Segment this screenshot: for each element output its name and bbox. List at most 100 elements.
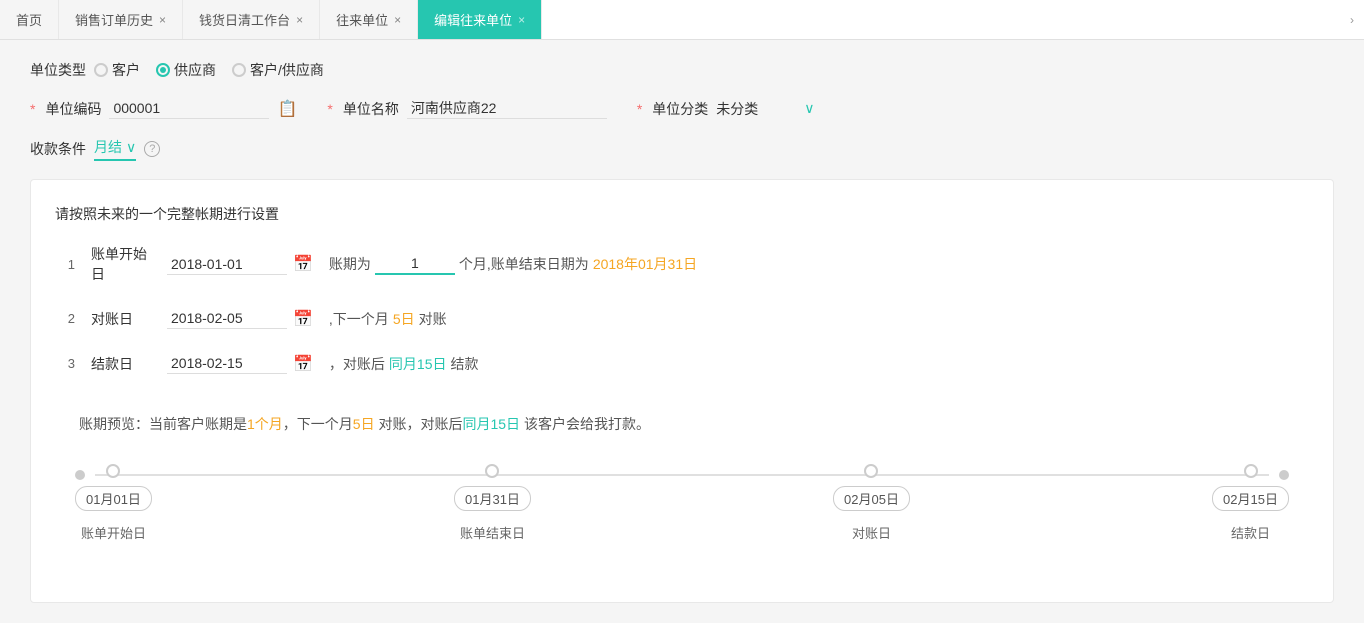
timeline-point-3: 02月05日 对账日 — [833, 464, 910, 542]
tab-sales-order-history[interactable]: 销售订单历史 × — [59, 0, 183, 39]
row-2-desc-after: 对账 — [419, 309, 447, 329]
tab-partner[interactable]: 往来单位 × — [320, 0, 418, 39]
unit-name-label: 单位名称 — [343, 99, 399, 119]
row-3-date-wrap: 📅 — [167, 353, 313, 374]
timeline-name-2: 账单结束日 — [460, 523, 525, 542]
tab-partner-label: 往来单位 — [336, 10, 388, 29]
timeline-circle-4 — [1244, 464, 1258, 478]
row-1-calendar-icon[interactable]: 📅 — [293, 254, 313, 274]
row-2-desc-before: ,下一个月 — [329, 309, 389, 329]
row-1-desc-after: 个月,账单结束日期为 — [459, 254, 589, 274]
row-3-date-input[interactable] — [167, 353, 287, 374]
row-3-desc: ，对账后 同月15日 结款 — [329, 354, 479, 374]
unit-category-arrow[interactable]: ∨ — [804, 100, 814, 117]
timeline-name-1: 账单开始日 — [81, 523, 146, 542]
row-2-calendar-icon[interactable]: 📅 — [293, 309, 313, 329]
payment-label: 收款条件 — [30, 139, 86, 159]
radio-customer[interactable]: 客户 — [94, 60, 140, 80]
tab-home-label: 首页 — [16, 10, 42, 29]
row-3-type: 结款日 — [91, 354, 151, 374]
payment-value: 月结 — [94, 137, 122, 157]
tab-edit-partner[interactable]: 编辑往来单位 × — [418, 0, 542, 39]
preview-part3: 同月15日 — [462, 416, 520, 432]
unit-category-label: 单位分类 — [652, 99, 708, 119]
unit-type-radio-group: 客户 供应商 客户/供应商 — [94, 60, 324, 80]
radio-both-circle — [232, 63, 246, 77]
timeline-name-4: 结款日 — [1231, 523, 1270, 542]
row-3-calendar-icon[interactable]: 📅 — [293, 354, 313, 374]
timeline-label-4: 02月15日 — [1212, 486, 1289, 511]
setting-row-3: 3 结款日 📅 ，对账后 同月15日 结款 — [55, 353, 1309, 374]
timeline-point-2: 01月31日 账单结束日 — [454, 464, 531, 542]
unit-code-star: * — [30, 101, 35, 117]
row-1-date-input[interactable] — [167, 254, 287, 275]
preview-part2-before: ，下一个月 — [283, 416, 353, 432]
unit-type-label: 单位类型 — [30, 60, 86, 80]
timeline-label-3: 02月05日 — [833, 486, 910, 511]
row-1-highlight: 2018年01月31日 — [593, 254, 697, 274]
radio-supplier-circle — [156, 63, 170, 77]
payment-row: 收款条件 月结 ∨ ? — [30, 137, 1334, 161]
tab-sales-close[interactable]: × — [159, 13, 166, 27]
tab-cash-close[interactable]: × — [296, 13, 303, 27]
radio-both[interactable]: 客户/供应商 — [232, 60, 324, 80]
unit-code-input[interactable] — [109, 98, 269, 119]
unit-code-field: * 单位编码 📋 — [30, 98, 297, 119]
unit-type-field: 单位类型 客户 供应商 客户/供应商 — [30, 60, 324, 80]
row-2-date-wrap: 📅 — [167, 308, 313, 329]
unit-info-row: * 单位编码 📋 * 单位名称 * 单位分类 未分类 ∨ — [30, 98, 1334, 119]
unit-name-star: * — [327, 101, 332, 117]
unit-category-value: 未分类 — [716, 99, 796, 119]
unit-name-field: * 单位名称 — [327, 98, 606, 119]
row-2-date-input[interactable] — [167, 308, 287, 329]
tab-home[interactable]: 首页 — [0, 0, 59, 39]
radio-supplier-label: 供应商 — [174, 60, 216, 80]
row-2-num: 2 — [55, 311, 75, 326]
tab-bar: 首页 销售订单历史 × 钱货日清工作台 × 往来单位 × 编辑往来单位 × › — [0, 0, 1364, 40]
payment-arrow[interactable]: ∨ — [126, 139, 136, 156]
timeline-circle-1 — [106, 464, 120, 478]
tab-sales-label: 销售订单历史 — [75, 10, 153, 29]
tab-partner-close[interactable]: × — [394, 13, 401, 27]
row-1-period-input[interactable] — [375, 253, 455, 275]
preview-text: 账期预览：当前客户账期是1个月，下一个月5日 对账，对账后同月15日 该客户会给… — [79, 414, 1285, 434]
row-2-type: 对账日 — [91, 309, 151, 329]
radio-supplier[interactable]: 供应商 — [156, 60, 216, 80]
row-1-date-wrap: 📅 — [167, 254, 313, 275]
unit-code-label: 单位编码 — [45, 99, 101, 119]
unit-code-icon[interactable]: 📋 — [277, 99, 297, 119]
radio-both-label: 客户/供应商 — [250, 60, 324, 80]
tab-cash-work[interactable]: 钱货日清工作台 × — [183, 0, 320, 39]
preview-label: 账期预览：当前客户账期是 — [79, 416, 247, 432]
preview-part4: 该客户会给我打款。 — [520, 416, 650, 432]
settings-title: 请按照未来的一个完整帐期进行设置 — [55, 204, 1309, 224]
unit-category-field: * 单位分类 未分类 ∨ — [637, 99, 815, 119]
setting-row-2: 2 对账日 📅 ,下一个月 5日 对账 — [55, 308, 1309, 329]
payment-help-icon[interactable]: ? — [144, 141, 160, 157]
radio-customer-label: 客户 — [112, 60, 140, 80]
unit-type-row: 单位类型 客户 供应商 客户/供应商 — [30, 60, 1334, 80]
row-3-desc-after: 结款 — [451, 354, 479, 374]
setting-row-1: 1 账单开始日 📅 账期为 个月,账单结束日期为 2018年01月31日 — [55, 244, 1309, 284]
unit-name-input[interactable] — [407, 98, 607, 119]
tab-cash-label: 钱货日清工作台 — [199, 10, 290, 29]
row-3-desc-before: ，对账后 — [329, 354, 385, 374]
timeline-points: 01月01日 账单开始日 01月31日 账单结束日 02月05日 对账日 02月… — [75, 464, 1289, 542]
row-1-type: 账单开始日 — [91, 244, 151, 284]
row-1-desc: 账期为 个月,账单结束日期为 2018年01月31日 — [329, 253, 697, 275]
row-2-desc: ,下一个月 5日 对账 — [329, 309, 447, 329]
radio-customer-circle — [94, 63, 108, 77]
row-2-highlight: 5日 — [393, 309, 415, 329]
payment-dropdown[interactable]: 月结 ∨ — [94, 137, 136, 161]
timeline-circle-2 — [485, 464, 499, 478]
timeline-wrap: 01月01日 账单开始日 01月31日 账单结束日 02月05日 对账日 02月… — [55, 454, 1309, 572]
preview-part2: 5日 — [353, 416, 375, 432]
row-1-desc-before: 账期为 — [329, 254, 371, 274]
row-1-num: 1 — [55, 257, 75, 272]
timeline-point-4: 02月15日 结款日 — [1212, 464, 1289, 542]
row-3-highlight: 同月15日 — [389, 354, 447, 374]
tab-arrow[interactable]: › — [1340, 0, 1364, 39]
main-content: 单位类型 客户 供应商 客户/供应商 * 单位编码 — [0, 40, 1364, 623]
tab-edit-partner-label: 编辑往来单位 — [434, 10, 512, 29]
tab-edit-partner-close[interactable]: × — [518, 13, 525, 27]
